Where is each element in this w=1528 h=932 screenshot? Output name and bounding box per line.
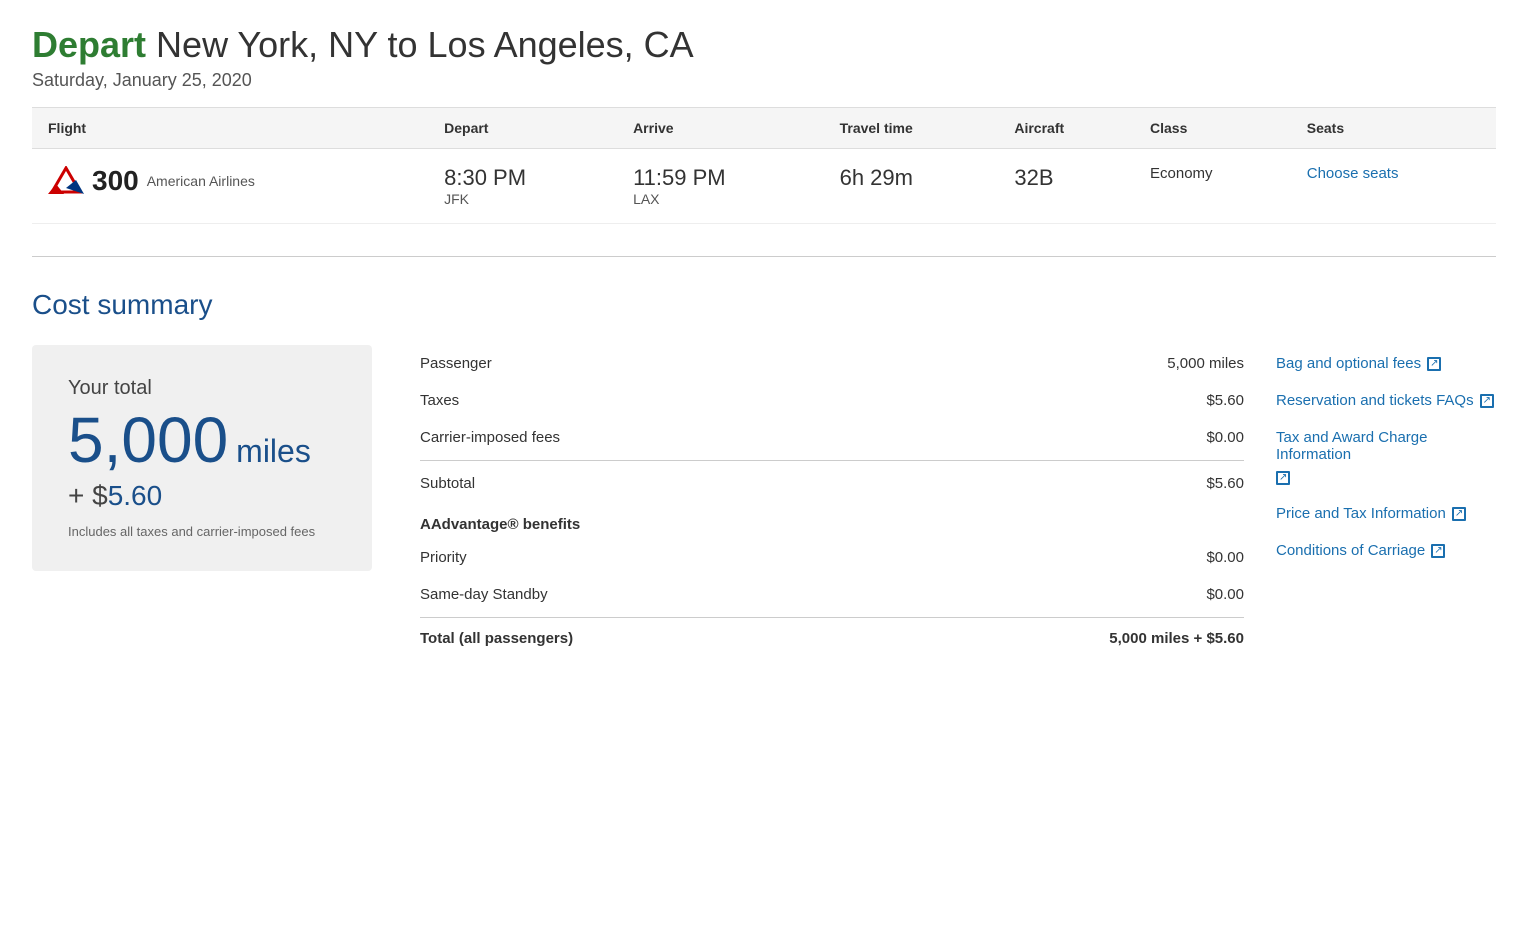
cash-amount: 5.60 — [108, 480, 163, 511]
aa-logo — [48, 166, 84, 196]
cost-row-passenger: Passenger 5,000 miles — [420, 345, 1244, 382]
external-icon — [1427, 357, 1441, 371]
depart-time: 8:30 PM — [444, 165, 601, 191]
col-travel-time: Travel time — [824, 108, 999, 149]
depart-word: Depart — [32, 24, 146, 65]
passenger-label: Passenger — [420, 355, 492, 372]
subtotal-divider — [420, 460, 1244, 461]
price-tax-label: Price and Tax Information — [1276, 505, 1446, 522]
benefits-title: AAdvantage® benefits — [420, 502, 1244, 539]
col-flight: Flight — [32, 108, 428, 149]
external-icon — [1431, 544, 1445, 558]
flight-number: 300 — [92, 165, 139, 197]
reservation-faqs-link[interactable]: Reservation and tickets FAQs — [1276, 382, 1496, 419]
section-divider — [32, 256, 1496, 257]
class-cell: Economy — [1134, 149, 1291, 224]
subtotal-value: $5.60 — [1206, 475, 1244, 492]
subtotal-label: Subtotal — [420, 475, 475, 492]
arrive-time: 11:59 PM — [633, 165, 808, 191]
col-depart: Depart — [428, 108, 617, 149]
cost-row-taxes: Taxes $5.60 — [420, 382, 1244, 419]
cost-row-carrier-fees: Carrier-imposed fees $0.00 — [420, 419, 1244, 456]
class-name: Economy — [1150, 165, 1213, 182]
flight-cell: 300 American Airlines — [32, 149, 428, 224]
conditions-label: Conditions of Carriage — [1276, 542, 1425, 559]
miles-display: 5,000 miles — [68, 408, 336, 472]
your-total-box: Your total 5,000 miles + $5.60 Includes … — [32, 345, 372, 571]
bag-fees-label: Bag and optional fees — [1276, 355, 1421, 372]
miles-word: miles — [236, 433, 311, 470]
priority-label: Priority — [420, 549, 467, 566]
includes-text: Includes all taxes and carrier-imposed f… — [68, 524, 336, 539]
page-title: Depart New York, NY to Los Angeles, CA — [32, 24, 1496, 66]
cost-row-priority: Priority $0.00 — [420, 539, 1244, 576]
aircraft-code: 32B — [1014, 165, 1053, 190]
cost-items: Passenger 5,000 miles Taxes $5.60 Carrie… — [420, 345, 1244, 659]
depart-cell: 8:30 PM JFK — [428, 149, 617, 224]
bag-fees-link[interactable]: Bag and optional fees — [1276, 345, 1496, 382]
tax-award-label: Tax and Award Charge Information — [1276, 429, 1476, 463]
standby-label: Same-day Standby — [420, 586, 548, 603]
your-total-cash: + $5.60 — [68, 480, 336, 512]
price-tax-link[interactable]: Price and Tax Information — [1276, 495, 1496, 532]
taxes-value: $5.60 — [1206, 392, 1244, 409]
table-header-row: Flight Depart Arrive Travel time Aircraf… — [32, 108, 1496, 149]
arrive-cell: 11:59 PM LAX — [617, 149, 824, 224]
total-label: Total (all passengers) — [420, 630, 573, 647]
table-row: 300 American Airlines 8:30 PM JFK 11:59 … — [32, 149, 1496, 224]
col-class: Class — [1134, 108, 1291, 149]
col-seats: Seats — [1291, 108, 1496, 149]
choose-seats-link[interactable]: Choose seats — [1307, 165, 1399, 182]
col-aircraft: Aircraft — [998, 108, 1134, 149]
page-subtitle: Saturday, January 25, 2020 — [32, 70, 1496, 91]
cost-summary-title: Cost summary — [32, 289, 1496, 321]
travel-time-cell: 6h 29m — [824, 149, 999, 224]
your-total-label: Your total — [68, 377, 336, 400]
external-icon — [1452, 507, 1466, 521]
seats-cell: Choose seats — [1291, 149, 1496, 224]
tax-award-link[interactable]: Tax and Award Charge Information — [1276, 419, 1476, 495]
depart-airport: JFK — [444, 191, 601, 207]
cost-row-standby: Same-day Standby $0.00 — [420, 576, 1244, 613]
arrive-airport: LAX — [633, 191, 808, 207]
cost-row-total: Total (all passengers) 5,000 miles + $5.… — [420, 617, 1244, 659]
flight-number-cell: 300 American Airlines — [48, 165, 412, 197]
airline-name: American Airlines — [147, 173, 255, 189]
carrier-fees-value: $0.00 — [1206, 429, 1244, 446]
miles-amount: 5,000 — [68, 408, 228, 472]
flight-table: Flight Depart Arrive Travel time Aircraf… — [32, 107, 1496, 224]
carrier-fees-label: Carrier-imposed fees — [420, 429, 560, 446]
col-arrive: Arrive — [617, 108, 824, 149]
external-icon — [1480, 394, 1494, 408]
taxes-label: Taxes — [420, 392, 459, 409]
external-icon — [1276, 471, 1290, 485]
reservation-faqs-label: Reservation and tickets FAQs — [1276, 392, 1474, 409]
route: New York, NY to Los Angeles, CA — [156, 24, 694, 65]
total-value: 5,000 miles + $5.60 — [1109, 630, 1244, 647]
links-column: Bag and optional fees Reservation and ti… — [1276, 345, 1496, 659]
cost-summary-layout: Your total 5,000 miles + $5.60 Includes … — [32, 345, 1496, 659]
travel-time: 6h 29m — [840, 165, 913, 190]
passenger-value: 5,000 miles — [1167, 355, 1244, 372]
plus-sign: + $ — [68, 480, 108, 511]
cost-details-with-links: Passenger 5,000 miles Taxes $5.60 Carrie… — [420, 345, 1496, 659]
aircraft-cell: 32B — [998, 149, 1134, 224]
priority-value: $0.00 — [1206, 549, 1244, 566]
page-header: Depart New York, NY to Los Angeles, CA S… — [32, 24, 1496, 91]
conditions-link[interactable]: Conditions of Carriage — [1276, 532, 1496, 569]
cost-summary-section: Cost summary Your total 5,000 miles + $5… — [32, 289, 1496, 659]
cost-row-subtotal: Subtotal $5.60 — [420, 465, 1244, 502]
standby-value: $0.00 — [1206, 586, 1244, 603]
